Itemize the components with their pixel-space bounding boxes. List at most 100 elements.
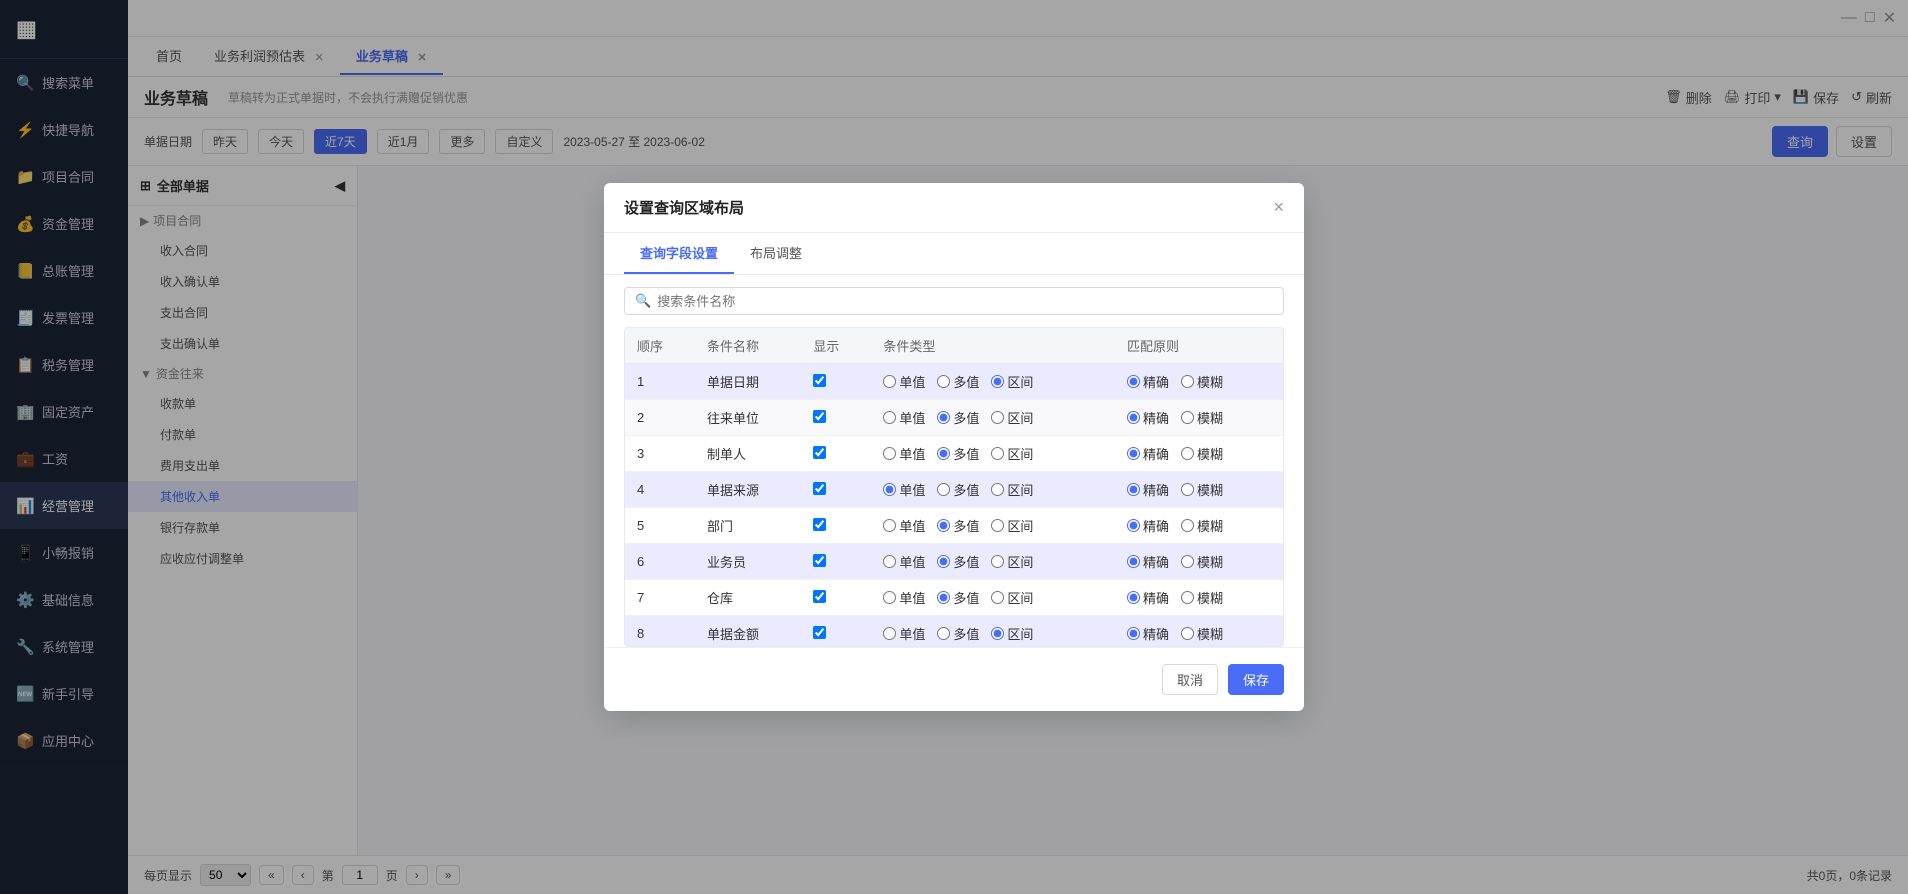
cell-match: 精确模糊 [1115, 508, 1283, 544]
cell-order: 4 [625, 472, 695, 508]
modal-title: 设置查询区域布局 [624, 197, 744, 218]
cell-show [801, 364, 871, 400]
radio-multi[interactable]: 多值 [937, 516, 979, 535]
modal-dialog: 设置查询区域布局 × 查询字段设置 布局调整 🔍 顺序 条件名称 [604, 183, 1304, 711]
cell-order: 3 [625, 436, 695, 472]
radio-fuzzy[interactable]: 模糊 [1181, 444, 1223, 463]
radio-range[interactable]: 区间 [991, 552, 1033, 571]
radio-fuzzy[interactable]: 模糊 [1181, 516, 1223, 535]
cell-name: 仓库 [695, 580, 801, 616]
cell-type: 单值多值区间 [871, 364, 1115, 400]
col-name: 条件名称 [695, 328, 801, 364]
cell-order: 7 [625, 580, 695, 616]
cell-name: 单据日期 [695, 364, 801, 400]
cell-show [801, 400, 871, 436]
cell-match: 精确模糊 [1115, 544, 1283, 580]
show-checkbox[interactable] [813, 554, 826, 567]
cell-name: 往来单位 [695, 400, 801, 436]
col-show: 显示 [801, 328, 871, 364]
cell-show [801, 508, 871, 544]
cell-name: 部门 [695, 508, 801, 544]
radio-multi[interactable]: 多值 [937, 480, 979, 499]
radio-range[interactable]: 区间 [991, 624, 1033, 643]
radio-range[interactable]: 区间 [991, 588, 1033, 607]
cell-show [801, 544, 871, 580]
radio-multi[interactable]: 多值 [937, 408, 979, 427]
cell-match: 精确模糊 [1115, 472, 1283, 508]
radio-multi[interactable]: 多值 [937, 624, 979, 643]
col-type: 条件类型 [871, 328, 1115, 364]
radio-exact[interactable]: 精确 [1127, 624, 1169, 643]
cell-show [801, 616, 871, 648]
cell-order: 6 [625, 544, 695, 580]
show-checkbox[interactable] [813, 590, 826, 603]
show-checkbox[interactable] [813, 482, 826, 495]
modal-tabs: 查询字段设置 布局调整 [604, 233, 1304, 275]
radio-range[interactable]: 区间 [991, 408, 1033, 427]
cell-order: 5 [625, 508, 695, 544]
search-icon: 🔍 [635, 293, 651, 309]
cell-type: 单值多值区间 [871, 472, 1115, 508]
cell-type: 单值多值区间 [871, 580, 1115, 616]
cell-type: 单值多值区间 [871, 616, 1115, 648]
radio-fuzzy[interactable]: 模糊 [1181, 624, 1223, 643]
col-match: 匹配原则 [1115, 328, 1283, 364]
search-input[interactable] [657, 294, 1273, 309]
radio-exact[interactable]: 精确 [1127, 588, 1169, 607]
radio-fuzzy[interactable]: 模糊 [1181, 372, 1223, 391]
cancel-button[interactable]: 取消 [1162, 664, 1218, 695]
cell-match: 精确模糊 [1115, 364, 1283, 400]
cell-type: 单值多值区间 [871, 436, 1115, 472]
show-checkbox[interactable] [813, 374, 826, 387]
show-checkbox[interactable] [813, 518, 826, 531]
search-box: 🔍 [624, 287, 1284, 315]
radio-single[interactable]: 单值 [883, 588, 925, 607]
modal-close-button[interactable]: × [1273, 197, 1284, 218]
table-row: 1单据日期单值多值区间精确模糊 [625, 364, 1283, 400]
radio-range[interactable]: 区间 [991, 444, 1033, 463]
cell-match: 精确模糊 [1115, 616, 1283, 648]
show-checkbox[interactable] [813, 626, 826, 639]
radio-multi[interactable]: 多值 [937, 372, 979, 391]
radio-single[interactable]: 单值 [883, 444, 925, 463]
cell-order: 8 [625, 616, 695, 648]
radio-fuzzy[interactable]: 模糊 [1181, 408, 1223, 427]
radio-single[interactable]: 单值 [883, 552, 925, 571]
radio-fuzzy[interactable]: 模糊 [1181, 480, 1223, 499]
radio-single[interactable]: 单值 [883, 624, 925, 643]
radio-exact[interactable]: 精确 [1127, 372, 1169, 391]
cell-order: 1 [625, 364, 695, 400]
table-row: 7仓库单值多值区间精确模糊 [625, 580, 1283, 616]
radio-exact[interactable]: 精确 [1127, 552, 1169, 571]
radio-exact[interactable]: 精确 [1127, 408, 1169, 427]
table-row: 5部门 单值多值区间 精确模糊 [625, 508, 1283, 544]
radio-fuzzy[interactable]: 模糊 [1181, 552, 1223, 571]
radio-single[interactable]: 单值 [883, 408, 925, 427]
radio-exact[interactable]: 精确 [1127, 480, 1169, 499]
modal-save-button[interactable]: 保存 [1228, 664, 1284, 695]
cell-type: 单值多值区间 [871, 544, 1115, 580]
table-row: 3制单人单值多值区间精确模糊 [625, 436, 1283, 472]
radio-multi[interactable]: 多值 [937, 552, 979, 571]
table-row: 2往来单位单值多值区间精确模糊 [625, 400, 1283, 436]
radio-exact[interactable]: 精确 [1127, 444, 1169, 463]
radio-range[interactable]: 区间 [991, 372, 1033, 391]
radio-range[interactable]: 区间 [991, 516, 1033, 535]
modal-tab-query-field[interactable]: 查询字段设置 [624, 233, 734, 274]
cell-type: 单值多值区间 [871, 400, 1115, 436]
radio-fuzzy[interactable]: 模糊 [1181, 588, 1223, 607]
table-row: 4单据来源单值多值区间精确模糊 [625, 472, 1283, 508]
radio-multi[interactable]: 多值 [937, 444, 979, 463]
radio-single[interactable]: 单值 [883, 480, 925, 499]
modal-tab-layout[interactable]: 布局调整 [734, 233, 818, 274]
show-checkbox[interactable] [813, 410, 826, 423]
show-checkbox[interactable] [813, 446, 826, 459]
radio-exact[interactable]: 精确 [1127, 516, 1169, 535]
modal-overlay: 设置查询区域布局 × 查询字段设置 布局调整 🔍 顺序 条件名称 [0, 0, 1908, 894]
cell-name: 单据来源 [695, 472, 801, 508]
radio-range[interactable]: 区间 [991, 480, 1033, 499]
radio-multi[interactable]: 多值 [937, 588, 979, 607]
radio-single[interactable]: 单值 [883, 372, 925, 391]
radio-single[interactable]: 单值 [883, 516, 925, 535]
modal-header: 设置查询区域布局 × [604, 183, 1304, 233]
